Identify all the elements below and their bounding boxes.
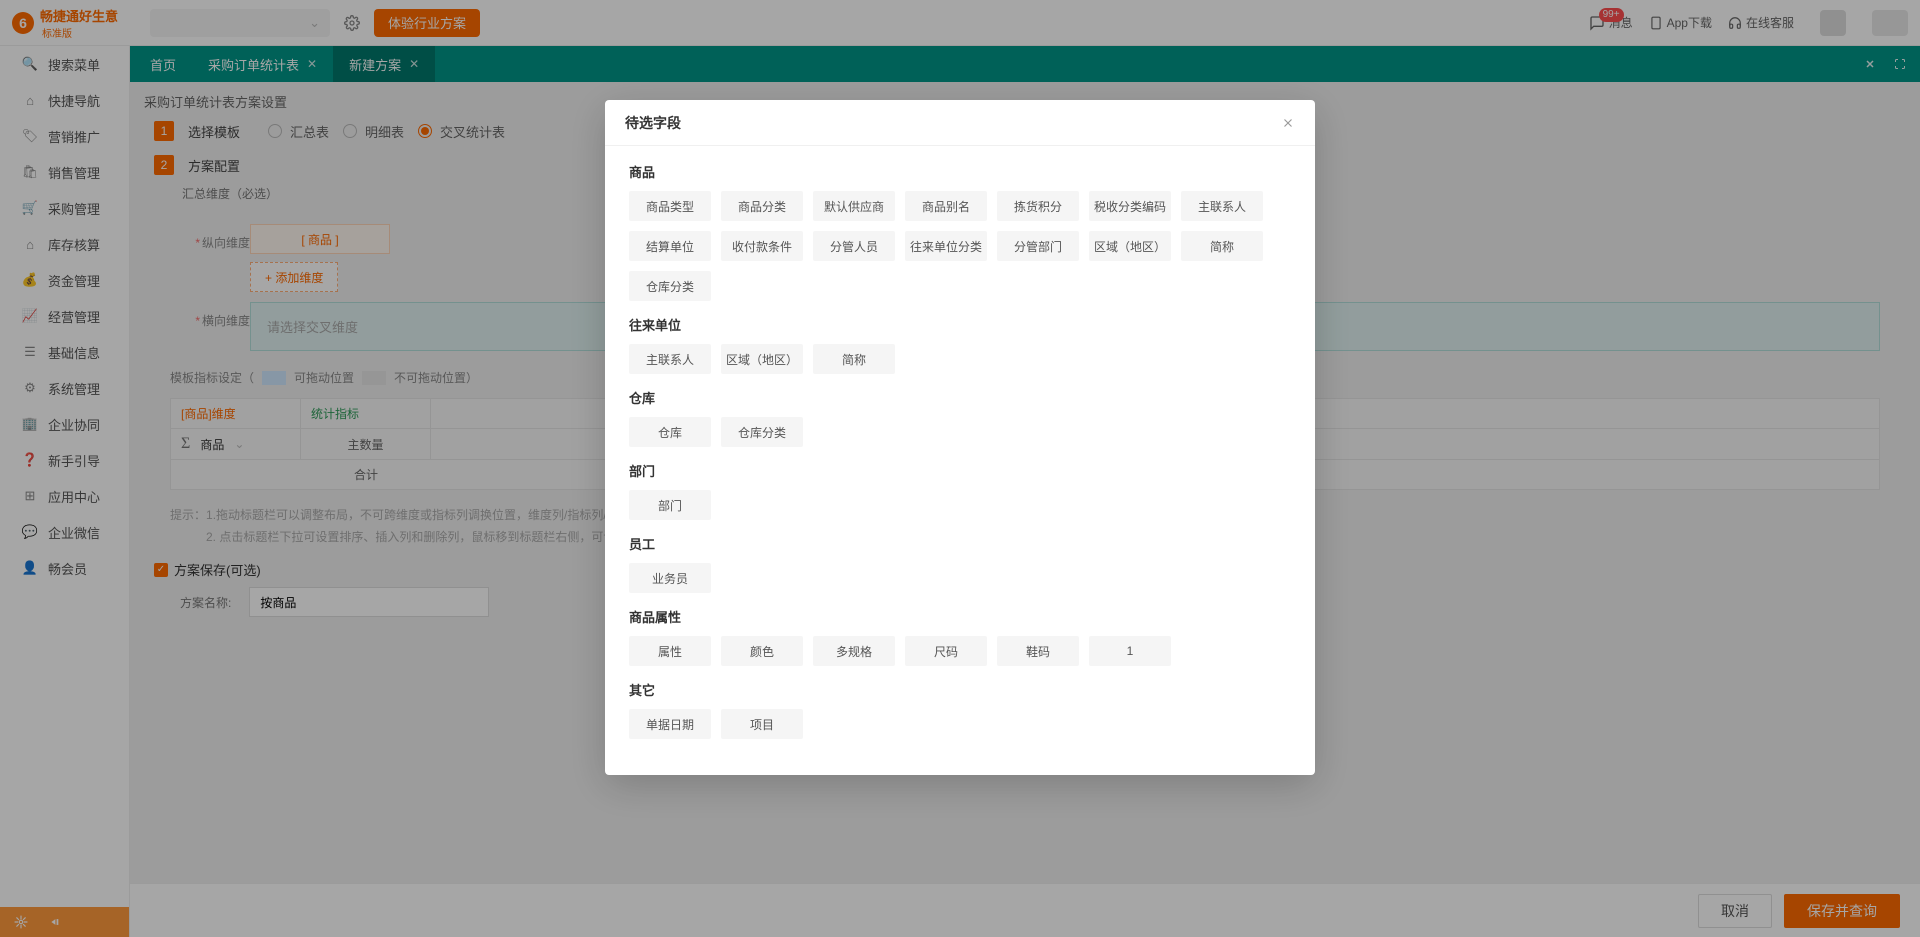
field-group-title: 员工 bbox=[629, 534, 1291, 553]
field-tag[interactable]: 商品类型 bbox=[629, 191, 711, 221]
field-tag[interactable]: 分管部门 bbox=[997, 231, 1079, 261]
modal-overlay[interactable]: 待选字段 商品商品类型商品分类默认供应商商品别名拣货积分税收分类编码主联系人结算… bbox=[0, 0, 1920, 937]
field-tag[interactable]: 区域（地区） bbox=[721, 344, 803, 374]
field-tag[interactable]: 尺码 bbox=[905, 636, 987, 666]
field-tag[interactable]: 简称 bbox=[1181, 231, 1263, 261]
field-tag[interactable]: 简称 bbox=[813, 344, 895, 374]
field-tag[interactable]: 鞋码 bbox=[997, 636, 1079, 666]
field-tag[interactable]: 默认供应商 bbox=[813, 191, 895, 221]
field-tag[interactable]: 1 bbox=[1089, 636, 1171, 666]
field-tag[interactable]: 仓库 bbox=[629, 417, 711, 447]
field-tag[interactable]: 部门 bbox=[629, 490, 711, 520]
field-tag[interactable]: 多规格 bbox=[813, 636, 895, 666]
field-group-title: 商品属性 bbox=[629, 607, 1291, 626]
field-group-title: 仓库 bbox=[629, 388, 1291, 407]
field-tag[interactable]: 颜色 bbox=[721, 636, 803, 666]
field-group: 仓库仓库仓库分类 bbox=[629, 388, 1291, 447]
field-selector-modal: 待选字段 商品商品类型商品分类默认供应商商品别名拣货积分税收分类编码主联系人结算… bbox=[605, 100, 1315, 775]
field-group-title: 部门 bbox=[629, 461, 1291, 480]
field-group-title: 往来单位 bbox=[629, 315, 1291, 334]
field-tag[interactable]: 分管人员 bbox=[813, 231, 895, 261]
modal-title: 待选字段 bbox=[625, 113, 681, 133]
field-group: 员工业务员 bbox=[629, 534, 1291, 593]
field-group: 商品商品类型商品分类默认供应商商品别名拣货积分税收分类编码主联系人结算单位收付款… bbox=[629, 162, 1291, 301]
field-tag[interactable]: 项目 bbox=[721, 709, 803, 739]
field-tag[interactable]: 拣货积分 bbox=[997, 191, 1079, 221]
field-tag[interactable]: 仓库分类 bbox=[629, 271, 711, 301]
field-tag[interactable]: 商品别名 bbox=[905, 191, 987, 221]
field-tag[interactable]: 仓库分类 bbox=[721, 417, 803, 447]
field-tag[interactable]: 结算单位 bbox=[629, 231, 711, 261]
field-group: 商品属性属性颜色多规格尺码鞋码 1 bbox=[629, 607, 1291, 666]
field-tag[interactable]: 单据日期 bbox=[629, 709, 711, 739]
field-tag[interactable]: 收付款条件 bbox=[721, 231, 803, 261]
field-tag[interactable]: 区域（地区） bbox=[1089, 231, 1171, 261]
field-group-title: 其它 bbox=[629, 680, 1291, 699]
field-tag[interactable]: 商品分类 bbox=[721, 191, 803, 221]
field-tag[interactable]: 往来单位分类 bbox=[905, 231, 987, 261]
field-tag[interactable]: 属性 bbox=[629, 636, 711, 666]
field-group: 部门部门 bbox=[629, 461, 1291, 520]
field-tag[interactable]: 主联系人 bbox=[1181, 191, 1263, 221]
field-tag[interactable]: 税收分类编码 bbox=[1089, 191, 1171, 221]
field-group: 其它单据日期项目 bbox=[629, 680, 1291, 739]
modal-close-button[interactable] bbox=[1281, 116, 1295, 130]
field-tag[interactable]: 业务员 bbox=[629, 563, 711, 593]
field-group: 往来单位主联系人区域（地区） 简称 bbox=[629, 315, 1291, 374]
field-tag[interactable]: 主联系人 bbox=[629, 344, 711, 374]
close-icon bbox=[1281, 116, 1295, 130]
field-group-title: 商品 bbox=[629, 162, 1291, 181]
